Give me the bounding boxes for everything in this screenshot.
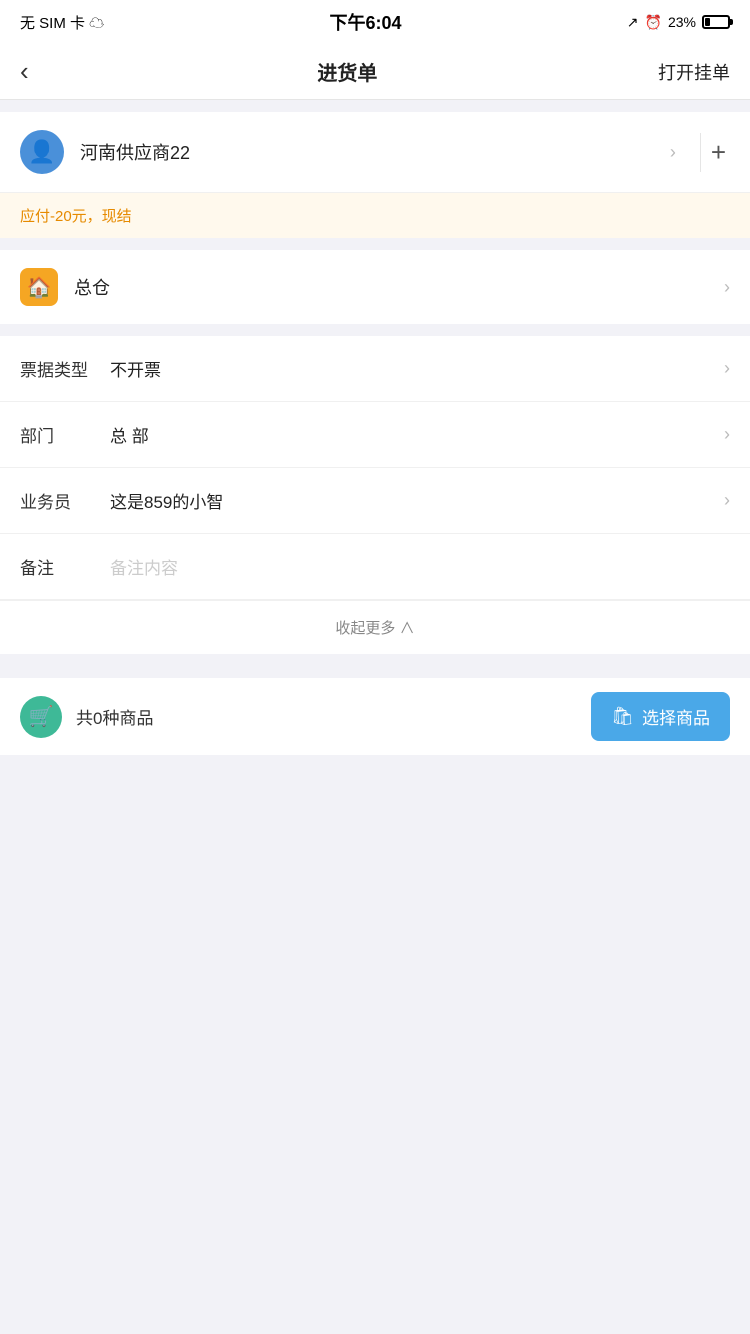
invoice-type-value: 不开票 [110, 356, 724, 381]
status-right: ↗ ⏰ 23% [627, 14, 730, 31]
form-section: 票据类型 不开票 › 部门 总 部 › 业务员 这是859的小智 › 备注 备注… [0, 336, 750, 654]
notice-text: 应付-20元，现结 [20, 208, 132, 225]
warehouse-row[interactable]: 🏠 总仓 › [0, 250, 750, 324]
products-bar: 🛒 共0种商品 🛍 选择商品 [0, 678, 750, 755]
supplier-avatar: 👤 [20, 130, 64, 174]
select-product-button[interactable]: 🛍 选择商品 [591, 692, 730, 741]
department-chevron-icon: › [724, 424, 730, 445]
product-cart-icon: 🛒 [20, 696, 62, 738]
salesperson-chevron-icon: › [724, 490, 730, 511]
collapse-button[interactable]: 收起更多 ∧ [0, 600, 750, 654]
page-title: 进货单 [317, 57, 377, 86]
department-row[interactable]: 部门 总 部 › [0, 402, 750, 468]
notice-banner: 应付-20元，现结 [0, 193, 750, 238]
warehouse-chevron-icon: › [724, 277, 730, 298]
select-product-label: 选择商品 [642, 704, 710, 729]
battery-icon [702, 15, 730, 29]
section-gap-1 [0, 100, 750, 112]
section-gap-3 [0, 324, 750, 336]
department-value: 总 部 [110, 422, 724, 447]
section-gap-2 [0, 238, 750, 250]
supplier-chevron-icon: › [670, 142, 676, 163]
status-bar: 无 SIM 卡 ☁ 下午6:04 ↗ ⏰ 23% [0, 0, 750, 44]
status-time: 下午6:04 [329, 9, 401, 35]
add-supplier-button[interactable]: + [700, 133, 730, 172]
remark-label: 备注 [20, 554, 110, 579]
remark-input[interactable]: 备注内容 [110, 554, 730, 579]
salesperson-row[interactable]: 业务员 这是859的小智 › [0, 468, 750, 534]
open-pending-button[interactable]: 打开挂单 [658, 59, 730, 85]
nav-bar: ‹ 进货单 打开挂单 [0, 44, 750, 100]
invoice-type-row[interactable]: 票据类型 不开票 › [0, 336, 750, 402]
salesperson-value: 这是859的小智 [110, 488, 724, 513]
house-icon: 🏠 [27, 275, 52, 300]
warehouse-name: 总仓 [74, 274, 724, 300]
supplier-row[interactable]: 👤 河南供应商22 › + [0, 112, 750, 193]
invoice-type-label: 票据类型 [20, 356, 110, 381]
product-count: 共0种商品 [76, 704, 591, 729]
supplier-name: 河南供应商22 [80, 139, 670, 165]
page-background [0, 755, 750, 1055]
back-button[interactable]: ‹ [12, 48, 37, 95]
select-product-icon: 🛍 [611, 706, 634, 727]
remark-row[interactable]: 备注 备注内容 [0, 534, 750, 600]
alarm-icon: ⏰ [645, 14, 662, 31]
location-icon: ↗ [627, 14, 639, 31]
status-left: 无 SIM 卡 ☁ [20, 12, 104, 33]
department-label: 部门 [20, 422, 110, 447]
cart-icon: 🛒 [29, 704, 54, 729]
invoice-type-chevron-icon: › [724, 358, 730, 379]
battery-percent: 23% [668, 14, 696, 30]
warehouse-icon: 🏠 [20, 268, 58, 306]
section-gap-4 [0, 654, 750, 666]
avatar-icon: 👤 [28, 139, 55, 165]
supplier-section: 👤 河南供应商22 › + 应付-20元，现结 [0, 112, 750, 238]
salesperson-label: 业务员 [20, 488, 110, 513]
